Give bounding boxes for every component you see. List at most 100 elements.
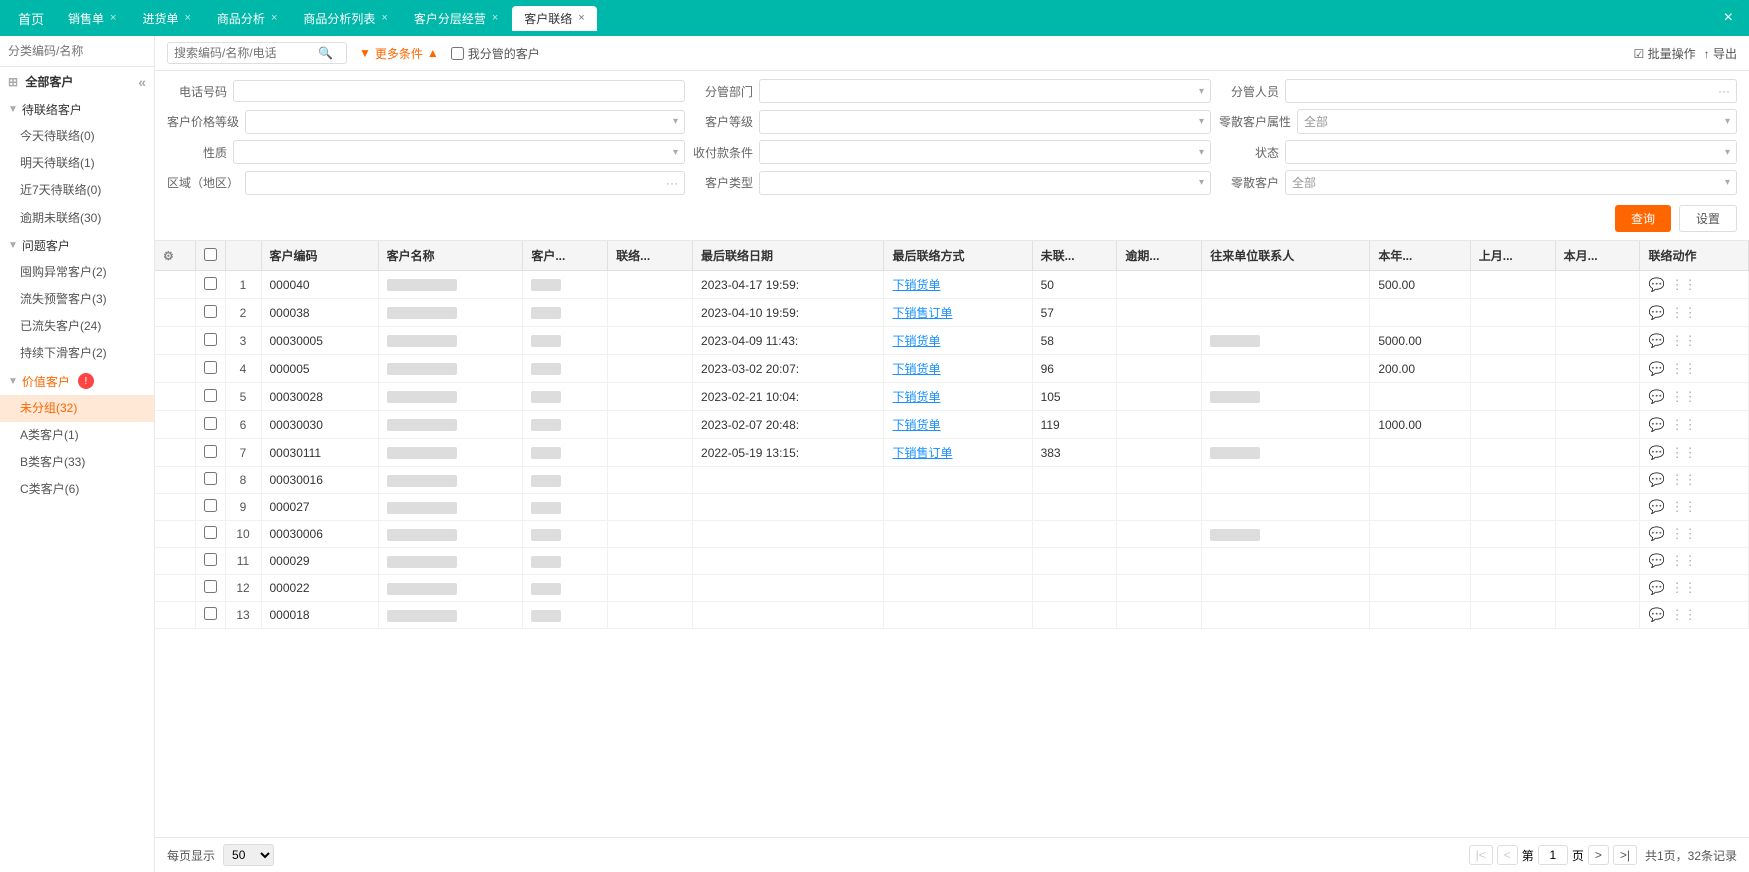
prev-page-button[interactable]: <	[1497, 845, 1518, 865]
sidebar-item-tomorrow-pending[interactable]: 明天待联络(1)	[0, 150, 154, 177]
grid-action-icon[interactable]: ⋮⋮	[1671, 607, 1697, 623]
chat-icon[interactable]: 💬	[1648, 553, 1664, 569]
sidebar-item-7days-pending[interactable]: 近7天待联络(0)	[0, 177, 154, 204]
close-icon[interactable]: ×	[578, 12, 584, 24]
search-input[interactable]	[174, 46, 314, 60]
sidebar-item-declining[interactable]: 持续下滑客户(2)	[0, 340, 154, 367]
chat-icon[interactable]: 💬	[1648, 499, 1664, 515]
sidebar-item-overdue-not-contacted[interactable]: 逾期未联络(30)	[0, 205, 154, 232]
grid-action-icon[interactable]: ⋮⋮	[1671, 333, 1697, 349]
cell-checkbox[interactable]	[195, 299, 225, 327]
contact-method-link[interactable]: 下销货单	[892, 278, 940, 292]
sidebar-item-churned[interactable]: 已流失客户(24)	[0, 313, 154, 340]
table-checkbox-header[interactable]	[195, 241, 225, 271]
cell-checkbox[interactable]	[195, 521, 225, 548]
page-number-input[interactable]	[1538, 845, 1568, 865]
nav-tab-product-analysis[interactable]: 商品分析 ×	[205, 6, 289, 31]
page-size-select[interactable]: 20 50 100	[223, 844, 274, 866]
contact-method-link[interactable]: 下销货单	[892, 418, 940, 432]
sidebar-item-today-pending[interactable]: 今天待联络(0)	[0, 123, 154, 150]
filter-select-retail-customer[interactable]: 全部 ▾	[1285, 170, 1737, 195]
batch-operation-button[interactable]: ☑ 批量操作	[1634, 45, 1696, 62]
sidebar-item-abnormal-stockpile[interactable]: 囤购异常客户(2)	[0, 259, 154, 286]
filter-select-manager[interactable]: ···	[1285, 79, 1737, 103]
close-icon[interactable]: ×	[271, 12, 277, 24]
more-filter-button[interactable]: ▼ 更多条件 ▲	[359, 45, 439, 62]
select-all-checkbox[interactable]	[204, 248, 217, 261]
cell-checkbox[interactable]	[195, 602, 225, 629]
cell-checkbox[interactable]	[195, 355, 225, 383]
filter-input-phone[interactable]	[233, 80, 685, 102]
grid-action-icon[interactable]: ⋮⋮	[1671, 417, 1697, 433]
chat-icon[interactable]: 💬	[1648, 361, 1664, 377]
nav-tab-customer-segment[interactable]: 客户分层经营 ×	[402, 6, 510, 31]
chat-icon[interactable]: 💬	[1648, 607, 1664, 623]
cell-checkbox[interactable]	[195, 271, 225, 299]
cell-checkbox[interactable]	[195, 327, 225, 355]
next-page-button[interactable]: >	[1588, 845, 1609, 865]
row-checkbox[interactable]	[204, 499, 217, 512]
row-checkbox[interactable]	[204, 389, 217, 402]
contact-method-link[interactable]: 下销售订单	[892, 306, 952, 320]
chat-icon[interactable]: 💬	[1648, 277, 1664, 293]
cell-checkbox[interactable]	[195, 575, 225, 602]
nav-tab-product-analysis-list[interactable]: 商品分析列表 ×	[291, 6, 399, 31]
row-checkbox[interactable]	[204, 607, 217, 620]
grid-action-icon[interactable]: ⋮⋮	[1671, 526, 1697, 542]
filter-select-region[interactable]: ···	[245, 171, 685, 195]
row-checkbox[interactable]	[204, 445, 217, 458]
sidebar-group-problem[interactable]: ▼ 问题客户	[0, 232, 154, 259]
sidebar-group-pending[interactable]: ▼ 待联络客户	[0, 96, 154, 123]
sidebar-item-class-a[interactable]: A类客户(1)	[0, 422, 154, 449]
grid-action-icon[interactable]: ⋮⋮	[1671, 445, 1697, 461]
grid-action-icon[interactable]: ⋮⋮	[1671, 580, 1697, 596]
grid-action-icon[interactable]: ⋮⋮	[1671, 389, 1697, 405]
filter-select-status[interactable]: ▾	[1285, 140, 1737, 164]
row-checkbox[interactable]	[204, 580, 217, 593]
nav-home-tab[interactable]: 首页	[8, 5, 54, 32]
contact-method-link[interactable]: 下销货单	[892, 362, 940, 376]
collapse-icon[interactable]: «	[138, 74, 146, 90]
last-page-button[interactable]: >|	[1613, 845, 1637, 865]
contact-method-link[interactable]: 下销货单	[892, 390, 940, 404]
row-checkbox[interactable]	[204, 333, 217, 346]
my-customer-checkbox[interactable]	[451, 47, 464, 60]
contact-method-link[interactable]: 下销货单	[892, 334, 940, 348]
my-customer-checkbox-label[interactable]: 我分管的客户	[451, 45, 540, 62]
row-checkbox[interactable]	[204, 472, 217, 485]
sidebar-item-ungrouped[interactable]: 未分组(32)	[0, 395, 154, 422]
row-checkbox[interactable]	[204, 305, 217, 318]
filter-select-customer-grade[interactable]: ▾	[759, 110, 1211, 134]
filter-select-dept[interactable]: ▾	[759, 79, 1211, 103]
chat-icon[interactable]: 💬	[1648, 389, 1664, 405]
row-checkbox[interactable]	[204, 361, 217, 374]
search-icon[interactable]: 🔍	[318, 46, 333, 60]
filter-select-nature[interactable]: ▾	[233, 140, 685, 164]
contact-method-link[interactable]: 下销售订单	[892, 446, 952, 460]
close-all-button[interactable]: ×	[1716, 5, 1741, 31]
chat-icon[interactable]: 💬	[1648, 417, 1664, 433]
grid-action-icon[interactable]: ⋮⋮	[1671, 361, 1697, 377]
filter-select-customer-type[interactable]: ▾	[759, 171, 1211, 195]
chat-icon[interactable]: 💬	[1648, 445, 1664, 461]
filter-select-retail-attr[interactable]: 全部 ▾	[1297, 109, 1737, 134]
row-checkbox[interactable]	[204, 277, 217, 290]
all-customers-header[interactable]: ⊞ 全部客户 «	[0, 67, 154, 96]
cell-checkbox[interactable]	[195, 467, 225, 494]
grid-action-icon[interactable]: ⋮⋮	[1671, 305, 1697, 321]
row-checkbox[interactable]	[204, 417, 217, 430]
reset-button[interactable]: 设置	[1679, 205, 1737, 232]
row-checkbox[interactable]	[204, 553, 217, 566]
chat-icon[interactable]: 💬	[1648, 580, 1664, 596]
close-icon[interactable]: ×	[110, 12, 116, 24]
chat-icon[interactable]: 💬	[1648, 333, 1664, 349]
query-button[interactable]: 查询	[1615, 205, 1671, 232]
cell-checkbox[interactable]	[195, 383, 225, 411]
grid-action-icon[interactable]: ⋮⋮	[1671, 499, 1697, 515]
search-box[interactable]: 🔍	[167, 42, 347, 64]
chat-icon[interactable]: 💬	[1648, 305, 1664, 321]
nav-tab-purchase[interactable]: 进货单 ×	[130, 6, 202, 31]
close-icon[interactable]: ×	[184, 12, 190, 24]
sidebar-item-churn-warning[interactable]: 流失预警客户(3)	[0, 286, 154, 313]
cell-checkbox[interactable]	[195, 548, 225, 575]
